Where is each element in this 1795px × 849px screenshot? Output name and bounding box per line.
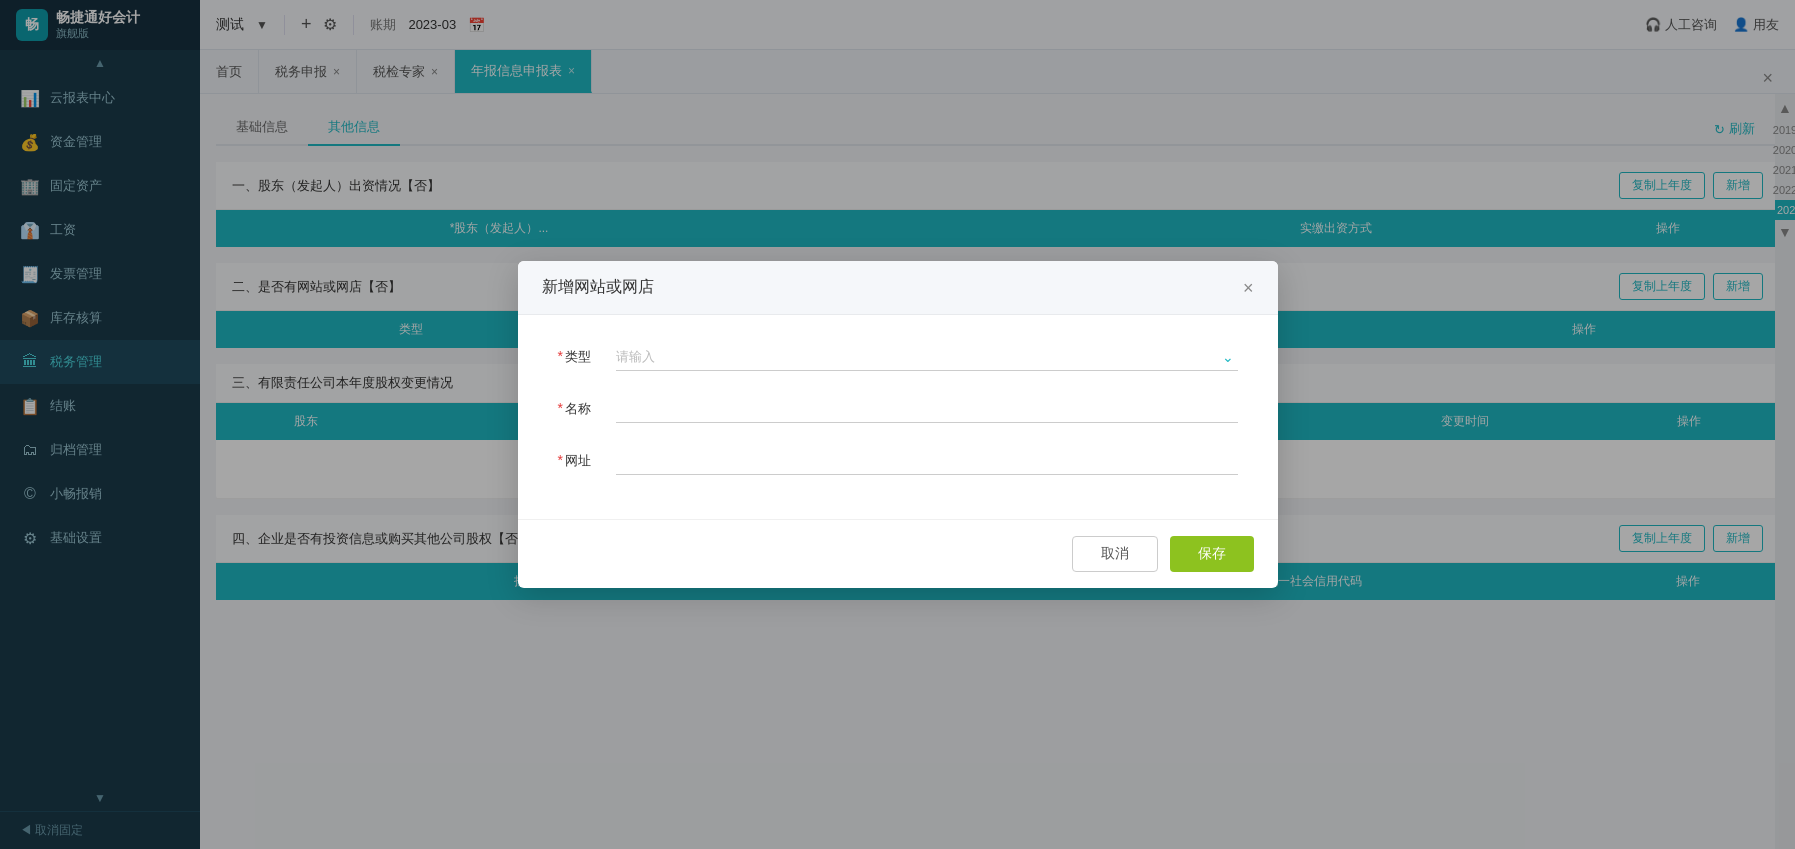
save-button[interactable]: 保存	[1170, 536, 1254, 572]
form-input-wrapper-url	[616, 447, 1238, 475]
form-label-url: *网址	[558, 452, 608, 470]
form-label-type: *类型	[558, 348, 608, 366]
required-mark-url: *	[558, 452, 563, 468]
cancel-button[interactable]: 取消	[1072, 536, 1158, 572]
form-field-type: *类型 ⌄	[558, 343, 1238, 371]
form-row-type: *类型 ⌄	[558, 343, 1238, 371]
dialog-close-button[interactable]: ×	[1243, 279, 1254, 297]
dialog-body: *类型 ⌄ *名称 *网址	[518, 315, 1278, 519]
dialog-footer: 取消 保存	[518, 519, 1278, 588]
form-input-type[interactable]	[616, 343, 1238, 370]
form-label-name: *名称	[558, 400, 608, 418]
required-mark-type: *	[558, 348, 563, 364]
dropdown-icon-type[interactable]: ⌄	[1222, 349, 1234, 365]
dialog-title: 新增网站或网店	[542, 277, 654, 298]
form-input-url[interactable]	[616, 447, 1238, 474]
form-field-name: *名称	[558, 395, 1238, 423]
required-mark-name: *	[558, 400, 563, 416]
form-input-wrapper-type: ⌄	[616, 343, 1238, 371]
modal-overlay[interactable]: 新增网站或网店 × *类型 ⌄ *名称	[0, 0, 1795, 849]
form-input-wrapper-name	[616, 395, 1238, 423]
form-row-name: *名称	[558, 395, 1238, 423]
form-row-url: *网址	[558, 447, 1238, 475]
dialog: 新增网站或网店 × *类型 ⌄ *名称	[518, 261, 1278, 588]
dialog-header: 新增网站或网店 ×	[518, 261, 1278, 315]
form-field-url: *网址	[558, 447, 1238, 475]
form-input-name[interactable]	[616, 395, 1238, 422]
